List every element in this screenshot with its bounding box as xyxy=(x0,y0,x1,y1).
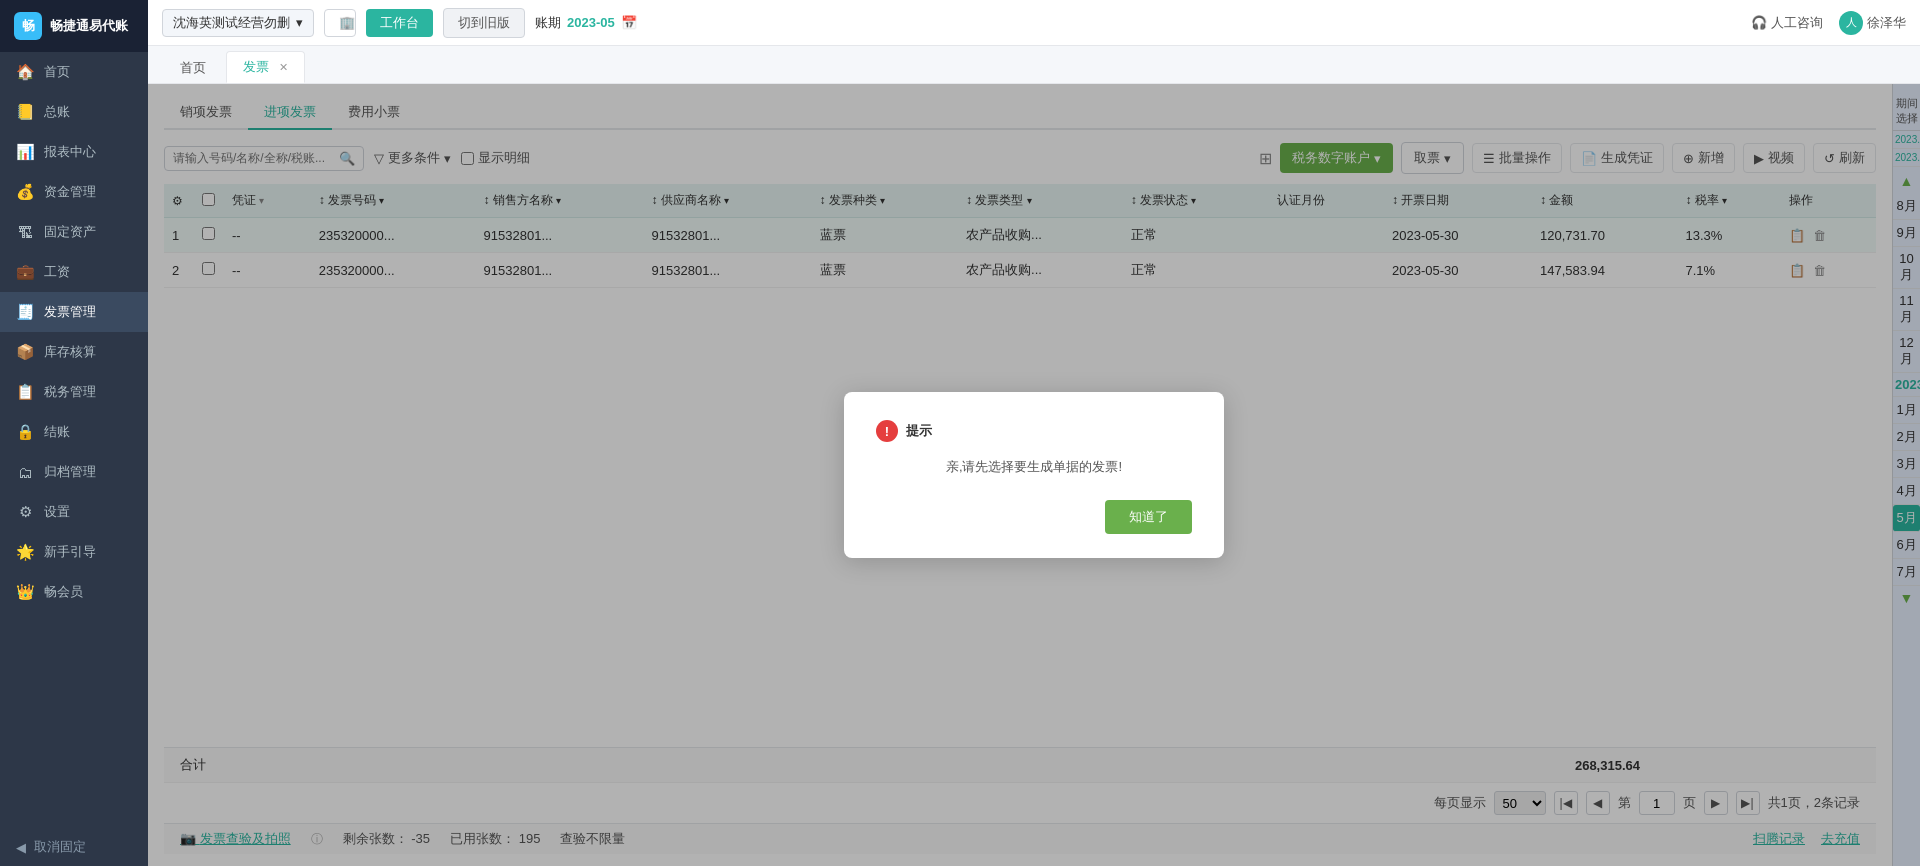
main-area: 沈海英测试经营勿删 ▾ 🏢 工作台 切到旧版 账期 2023-05 📅 🎧 人工… xyxy=(148,0,1920,866)
sidebar-item-label: 新手引导 xyxy=(44,543,96,561)
sidebar-item-inventory[interactable]: 📦 库存核算 xyxy=(0,332,148,372)
tax-icon: 📋 xyxy=(16,383,34,401)
reports-icon: 📊 xyxy=(16,143,34,161)
help-button[interactable]: 🎧 人工咨询 xyxy=(1751,14,1823,32)
home-icon: 🏠 xyxy=(16,63,34,81)
sidebar-item-guide[interactable]: 🌟 新手引导 xyxy=(0,532,148,572)
content-area: 销项发票 进项发票 费用小票 🔍 ▽ 更多条件 ▾ xyxy=(148,84,1920,866)
sidebar-item-label: 发票管理 xyxy=(44,303,96,321)
company-name: 沈海英测试经营勿删 xyxy=(173,14,290,32)
sidebar-item-label: 工资 xyxy=(44,263,70,281)
period-value: 2023-05 xyxy=(567,15,615,30)
tab-home[interactable]: 首页 xyxy=(164,53,222,83)
sidebar-item-invoices[interactable]: 🧾 发票管理 xyxy=(0,292,148,332)
logo-icon: 畅 xyxy=(14,12,42,40)
tab-invoices[interactable]: 发票 ✕ xyxy=(226,51,305,83)
main-content: 销项发票 进项发票 费用小票 🔍 ▽ 更多条件 ▾ xyxy=(148,84,1892,866)
period-display: 账期 2023-05 📅 xyxy=(535,14,637,32)
calendar-icon[interactable]: 📅 xyxy=(621,15,637,30)
tab-close-icon[interactable]: ✕ xyxy=(279,61,288,73)
company-icon-btn[interactable]: 🏢 xyxy=(324,9,356,37)
invoices-icon: 🧾 xyxy=(16,303,34,321)
sidebar-item-label: 畅会员 xyxy=(44,583,83,601)
help-label: 人工咨询 xyxy=(1771,14,1823,32)
dialog-title: ! 提示 xyxy=(876,420,1192,442)
vip-icon: 👑 xyxy=(16,583,34,601)
sidebar-item-closing[interactable]: 🔒 结账 xyxy=(0,412,148,452)
sidebar-logo: 畅 畅捷通易代账 xyxy=(0,0,148,52)
topbar: 沈海英测试经营勿删 ▾ 🏢 工作台 切到旧版 账期 2023-05 📅 🎧 人工… xyxy=(148,0,1920,46)
switch-version-button[interactable]: 切到旧版 xyxy=(443,8,525,38)
payroll-icon: 💼 xyxy=(16,263,34,281)
sidebar-item-label: 固定资产 xyxy=(44,223,96,241)
ledger-icon: 📒 xyxy=(16,103,34,121)
sidebar: 畅 畅捷通易代账 🏠 首页 📒 总账 📊 报表中心 💰 资金管理 🏗 固定资产 … xyxy=(0,0,148,866)
sidebar-item-label: 库存核算 xyxy=(44,343,96,361)
period-label: 账期 xyxy=(535,14,561,32)
sidebar-item-label: 首页 xyxy=(44,63,70,81)
tab-invoices-label: 发票 xyxy=(243,59,269,74)
dialog-message: 亲,请先选择要生成单据的发票! xyxy=(876,458,1192,476)
company-selector[interactable]: 沈海英测试经营勿删 ▾ xyxy=(162,9,314,37)
dialog-footer: 知道了 xyxy=(876,500,1192,534)
settings-icon: ⚙ xyxy=(16,503,34,521)
sidebar-item-label: 总账 xyxy=(44,103,70,121)
sidebar-item-label: 结账 xyxy=(44,423,70,441)
sidebar-item-fixed-assets[interactable]: 🏗 固定资产 xyxy=(0,212,148,252)
funds-icon: 💰 xyxy=(16,183,34,201)
sidebar-item-payroll[interactable]: 💼 工资 xyxy=(0,252,148,292)
dialog-ok-button[interactable]: 知道了 xyxy=(1105,500,1192,534)
sidebar-item-archive[interactable]: 🗂 归档管理 xyxy=(0,452,148,492)
sidebar-item-label: 归档管理 xyxy=(44,463,96,481)
sidebar-item-label: 税务管理 xyxy=(44,383,96,401)
page-tabs: 首页 发票 ✕ xyxy=(148,46,1920,84)
guide-icon: 🌟 xyxy=(16,543,34,561)
sidebar-item-label: 报表中心 xyxy=(44,143,96,161)
sidebar-item-tax[interactable]: 📋 税务管理 xyxy=(0,372,148,412)
pin-icon: ◀ xyxy=(16,840,26,855)
warning-icon: ! xyxy=(876,420,898,442)
headset-icon: 🎧 xyxy=(1751,15,1767,30)
sidebar-item-vip[interactable]: 👑 畅会员 xyxy=(0,572,148,612)
sidebar-item-funds[interactable]: 💰 资金管理 xyxy=(0,172,148,212)
username: 徐泽华 xyxy=(1867,14,1906,32)
inventory-icon: 📦 xyxy=(16,343,34,361)
unpin-label: 取消固定 xyxy=(34,838,86,856)
closing-icon: 🔒 xyxy=(16,423,34,441)
tab-home-label: 首页 xyxy=(180,60,206,75)
app-name: 畅捷通易代账 xyxy=(50,17,128,35)
fixed-assets-icon: 🏗 xyxy=(16,224,34,241)
topbar-right: 🎧 人工咨询 人 徐泽华 xyxy=(1751,11,1906,35)
sidebar-item-settings[interactable]: ⚙ 设置 xyxy=(0,492,148,532)
dialog: ! 提示 亲,请先选择要生成单据的发票! 知道了 xyxy=(844,392,1224,558)
sidebar-item-label: 设置 xyxy=(44,503,70,521)
sidebar-unpin[interactable]: ◀ 取消固定 xyxy=(0,828,148,866)
dialog-title-text: 提示 xyxy=(906,422,932,440)
sidebar-item-ledger[interactable]: 📒 总账 xyxy=(0,92,148,132)
sidebar-item-label: 资金管理 xyxy=(44,183,96,201)
sidebar-item-home[interactable]: 🏠 首页 xyxy=(0,52,148,92)
chevron-down-icon: ▾ xyxy=(296,15,303,30)
workbench-button[interactable]: 工作台 xyxy=(366,9,433,37)
dialog-overlay: ! 提示 亲,请先选择要生成单据的发票! 知道了 xyxy=(148,84,1892,866)
user-avatar-icon: 人 xyxy=(1839,11,1863,35)
user-menu[interactable]: 人 徐泽华 xyxy=(1839,11,1906,35)
archive-icon: 🗂 xyxy=(16,464,34,481)
sidebar-item-reports[interactable]: 📊 报表中心 xyxy=(0,132,148,172)
